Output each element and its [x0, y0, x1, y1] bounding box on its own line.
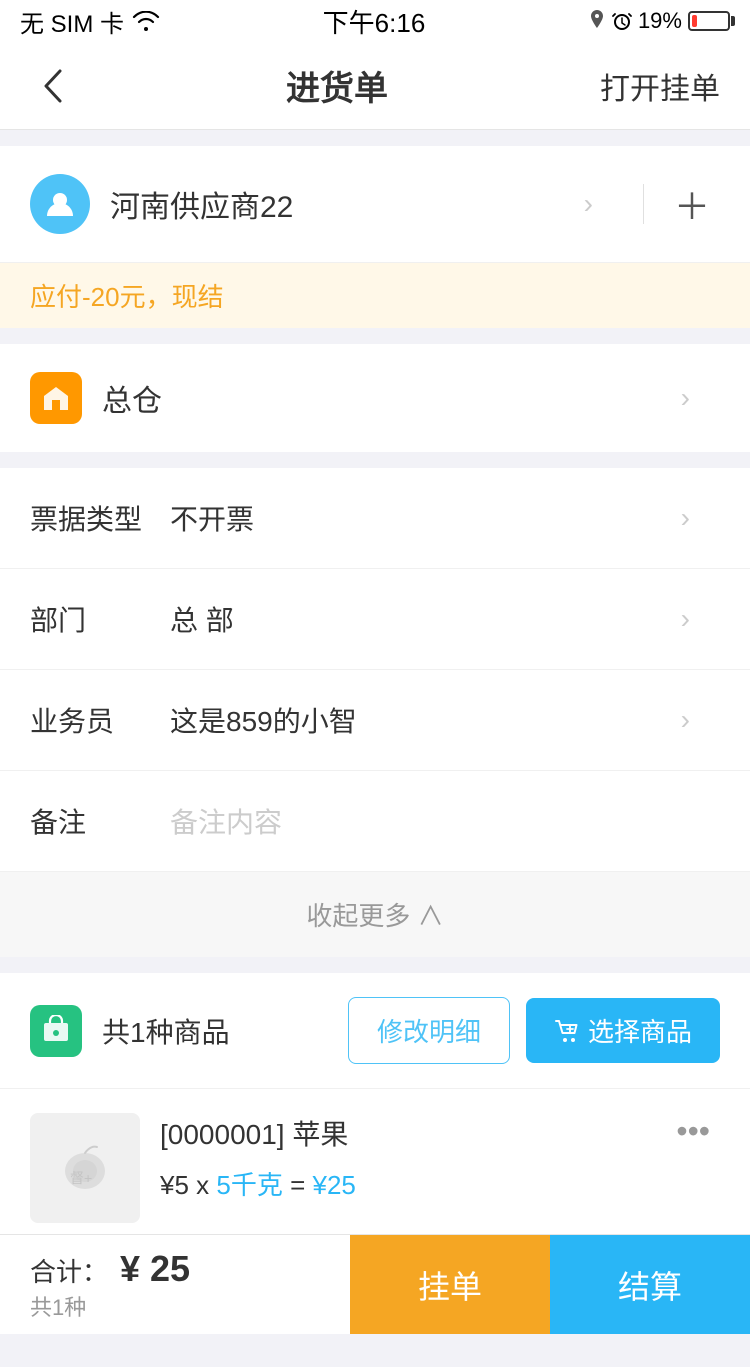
supplier-row[interactable]: 河南供应商22 › ＋ [0, 146, 750, 263]
supplier-name: 河南供应商22 [110, 182, 584, 226]
salesperson-label: 业务员 [30, 700, 150, 740]
collapse-toggle[interactable]: 收起更多 ∧ [0, 871, 750, 957]
pending-button[interactable]: 挂单 [350, 1235, 550, 1334]
back-button[interactable] [30, 57, 74, 115]
supplier-section: 河南供应商22 › ＋ 应付-20元，现结 [0, 146, 750, 328]
wifi-icon [132, 11, 160, 31]
total-section: 合计： ¥ 25 共1种 [0, 1235, 350, 1334]
invoice-type-row[interactable]: 票据类型 不开票 › [0, 468, 750, 568]
carrier-text: 无 SIM 卡 [20, 4, 124, 39]
department-value: 总 部 [150, 599, 681, 639]
product-price: ¥5 x 5千克 = ¥25 [160, 1165, 666, 1202]
vertical-divider [643, 184, 644, 224]
status-right: 19% [588, 8, 730, 34]
warehouse-section: 总仓 › [0, 344, 750, 452]
salesperson-row[interactable]: 业务员 这是859的小智 › [0, 669, 750, 770]
status-left: 无 SIM 卡 [20, 4, 160, 39]
bottom-bar: 合计： ¥ 25 共1种 挂单 结算 [0, 1234, 750, 1334]
remark-row[interactable]: 备注 备注内容 [0, 770, 750, 871]
alarm-icon [612, 10, 632, 32]
page-title: 进货单 [286, 61, 388, 110]
nav-bar: 进货单 打开挂单 [0, 42, 750, 130]
department-label: 部门 [30, 599, 150, 639]
salesperson-value: 这是859的小智 [150, 700, 681, 740]
total-count: 共1种 [30, 1290, 320, 1322]
product-info: [0000001] 苹果 ¥5 x 5千克 = ¥25 [160, 1113, 666, 1202]
svg-text:督+: 督+ [70, 1170, 92, 1186]
product-count-text: 共1种商品 [102, 1011, 348, 1051]
supplier-notice: 应付-20元，现结 [0, 263, 750, 328]
cart-icon [554, 1018, 580, 1044]
product-item: 督+ [0000001] 苹果 ¥5 x 5千克 = ¥25 ••• [0, 1088, 750, 1247]
product-title: 苹果 [292, 1119, 348, 1150]
battery-fill [692, 15, 697, 27]
invoice-type-label: 票据类型 [30, 498, 150, 538]
edit-detail-button[interactable]: 修改明细 [348, 997, 510, 1064]
product-more-button[interactable]: ••• [666, 1113, 720, 1150]
chevron-right-icon: › [681, 704, 690, 736]
remark-placeholder[interactable]: 备注内容 [150, 801, 720, 841]
open-pending-button[interactable]: 打开挂单 [600, 64, 720, 108]
product-code: [0000001] [160, 1119, 285, 1150]
product-total: ¥25 [313, 1170, 356, 1200]
warehouse-icon [30, 372, 82, 424]
invoice-type-value: 不开票 [150, 498, 681, 538]
warehouse-row[interactable]: 总仓 › [0, 344, 750, 452]
warehouse-name: 总仓 [102, 376, 681, 420]
price-per-unit: ¥5 [160, 1170, 189, 1200]
quantity: 5千克 [216, 1170, 282, 1200]
select-product-button[interactable]: 选择商品 [526, 998, 720, 1063]
product-name: [0000001] 苹果 [160, 1113, 666, 1153]
chevron-right-icon: › [681, 382, 690, 414]
product-thumbnail: 督+ [30, 1113, 140, 1223]
supplier-avatar [30, 174, 90, 234]
product-count-icon [30, 1005, 82, 1057]
select-product-label: 选择商品 [588, 1012, 692, 1049]
equals: = [290, 1170, 312, 1200]
remark-label: 备注 [30, 801, 150, 841]
status-bar: 无 SIM 卡 下午6:16 19% [0, 0, 750, 42]
form-section: 票据类型 不开票 › 部门 总 部 › 业务员 这是859的小智 › 备注 备注… [0, 468, 750, 957]
chevron-right-icon: › [681, 502, 690, 534]
product-header: 共1种商品 修改明细 选择商品 [0, 957, 750, 1088]
total-label: 合计： [30, 1252, 108, 1289]
product-section: 共1种商品 修改明细 选择商品 督+ [0000001] 苹果 [0, 957, 750, 1247]
total-amount: ¥ 25 [120, 1248, 190, 1290]
checkout-button[interactable]: 结算 [550, 1235, 750, 1334]
add-supplier-button[interactable]: ＋ [664, 178, 720, 230]
department-row[interactable]: 部门 总 部 › [0, 568, 750, 669]
chevron-right-icon: › [681, 603, 690, 635]
status-time: 下午6:16 [323, 3, 426, 40]
location-icon [588, 10, 606, 32]
price-x: x [196, 1170, 216, 1200]
chevron-right-icon: › [584, 188, 593, 220]
battery-percent: 19% [638, 8, 682, 34]
total-row: 合计： ¥ 25 [30, 1248, 320, 1290]
battery-icon [688, 11, 730, 31]
